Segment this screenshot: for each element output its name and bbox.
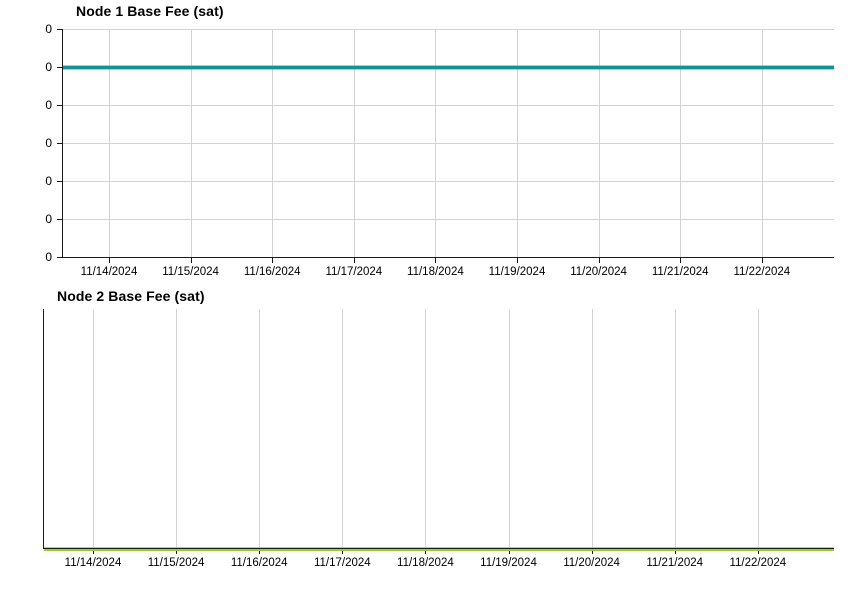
gridline-horizontal — [63, 105, 834, 106]
x-axis-tick — [109, 257, 110, 263]
chart-title-node2: Node 2 Base Fee (sat) — [57, 288, 205, 304]
x-tick-label: 11/19/2024 — [480, 557, 537, 569]
x-axis-tick — [354, 257, 355, 263]
y-axis-tick — [57, 143, 63, 144]
x-tick-label: 11/18/2024 — [407, 266, 464, 278]
gridline-vertical — [342, 309, 343, 548]
x-tick-label: 11/16/2024 — [244, 266, 301, 278]
x-tick-label: 11/16/2024 — [231, 557, 288, 569]
x-tick-label: 11/22/2024 — [733, 266, 790, 278]
y-tick-label: 0 — [45, 213, 52, 225]
x-tick-label: 11/17/2024 — [325, 266, 382, 278]
gridline-vertical — [425, 309, 426, 548]
x-axis-tick — [435, 257, 436, 263]
x-tick-label: 11/22/2024 — [729, 557, 786, 569]
y-axis-tick — [57, 219, 63, 220]
chart-title-node1: Node 1 Base Fee (sat) — [76, 3, 224, 19]
node1-series-line — [63, 66, 834, 69]
gridline-horizontal — [63, 143, 834, 144]
gridline-vertical — [592, 309, 593, 548]
x-tick-label: 11/15/2024 — [148, 557, 205, 569]
x-axis-tick — [517, 257, 518, 263]
plot-area-node2: 11/14/202411/15/202411/16/202411/17/2024… — [43, 309, 834, 549]
x-axis-tick — [680, 257, 681, 263]
x-tick-label: 11/14/2024 — [81, 266, 138, 278]
x-axis-tick — [762, 257, 763, 263]
x-tick-label: 11/15/2024 — [162, 266, 219, 278]
x-tick-label: 11/18/2024 — [397, 557, 454, 569]
x-axis-tick — [272, 257, 273, 263]
y-tick-label: 0 — [45, 137, 52, 149]
gridline-vertical — [176, 309, 177, 548]
node2-series-line-upper-edge — [44, 547, 834, 548]
fee-charts-panel: Node 1 Base Fee (sat) 11/14/202411/15/20… — [0, 0, 860, 600]
y-tick-label: 0 — [45, 251, 52, 263]
gridline-horizontal — [63, 181, 834, 182]
x-tick-label: 11/17/2024 — [314, 557, 371, 569]
x-tick-label: 11/14/2024 — [65, 557, 122, 569]
y-tick-label: 0 — [45, 175, 52, 187]
y-axis-tick — [57, 181, 63, 182]
x-axis-tick — [191, 257, 192, 263]
y-axis-tick — [57, 105, 63, 106]
x-tick-label: 11/21/2024 — [646, 557, 703, 569]
x-tick-label: 11/20/2024 — [563, 557, 620, 569]
node2-series-line — [44, 549, 834, 551]
plot-area-node1: 11/14/202411/15/202411/16/202411/17/2024… — [62, 29, 834, 258]
gridline-horizontal — [63, 219, 834, 220]
gridline-vertical — [259, 309, 260, 548]
gridline-vertical — [758, 309, 759, 548]
y-tick-label: 0 — [45, 99, 52, 111]
x-tick-label: 11/21/2024 — [652, 266, 709, 278]
x-axis-tick — [599, 257, 600, 263]
y-tick-label: 0 — [45, 23, 52, 35]
gridline-horizontal — [63, 29, 834, 30]
y-axis-tick — [57, 257, 63, 258]
gridline-vertical — [93, 309, 94, 548]
x-tick-label: 11/19/2024 — [489, 266, 546, 278]
x-tick-label: 11/20/2024 — [570, 266, 627, 278]
gridline-vertical — [509, 309, 510, 548]
y-tick-label: 0 — [45, 61, 52, 73]
y-axis-tick — [57, 29, 63, 30]
gridline-vertical — [675, 309, 676, 548]
